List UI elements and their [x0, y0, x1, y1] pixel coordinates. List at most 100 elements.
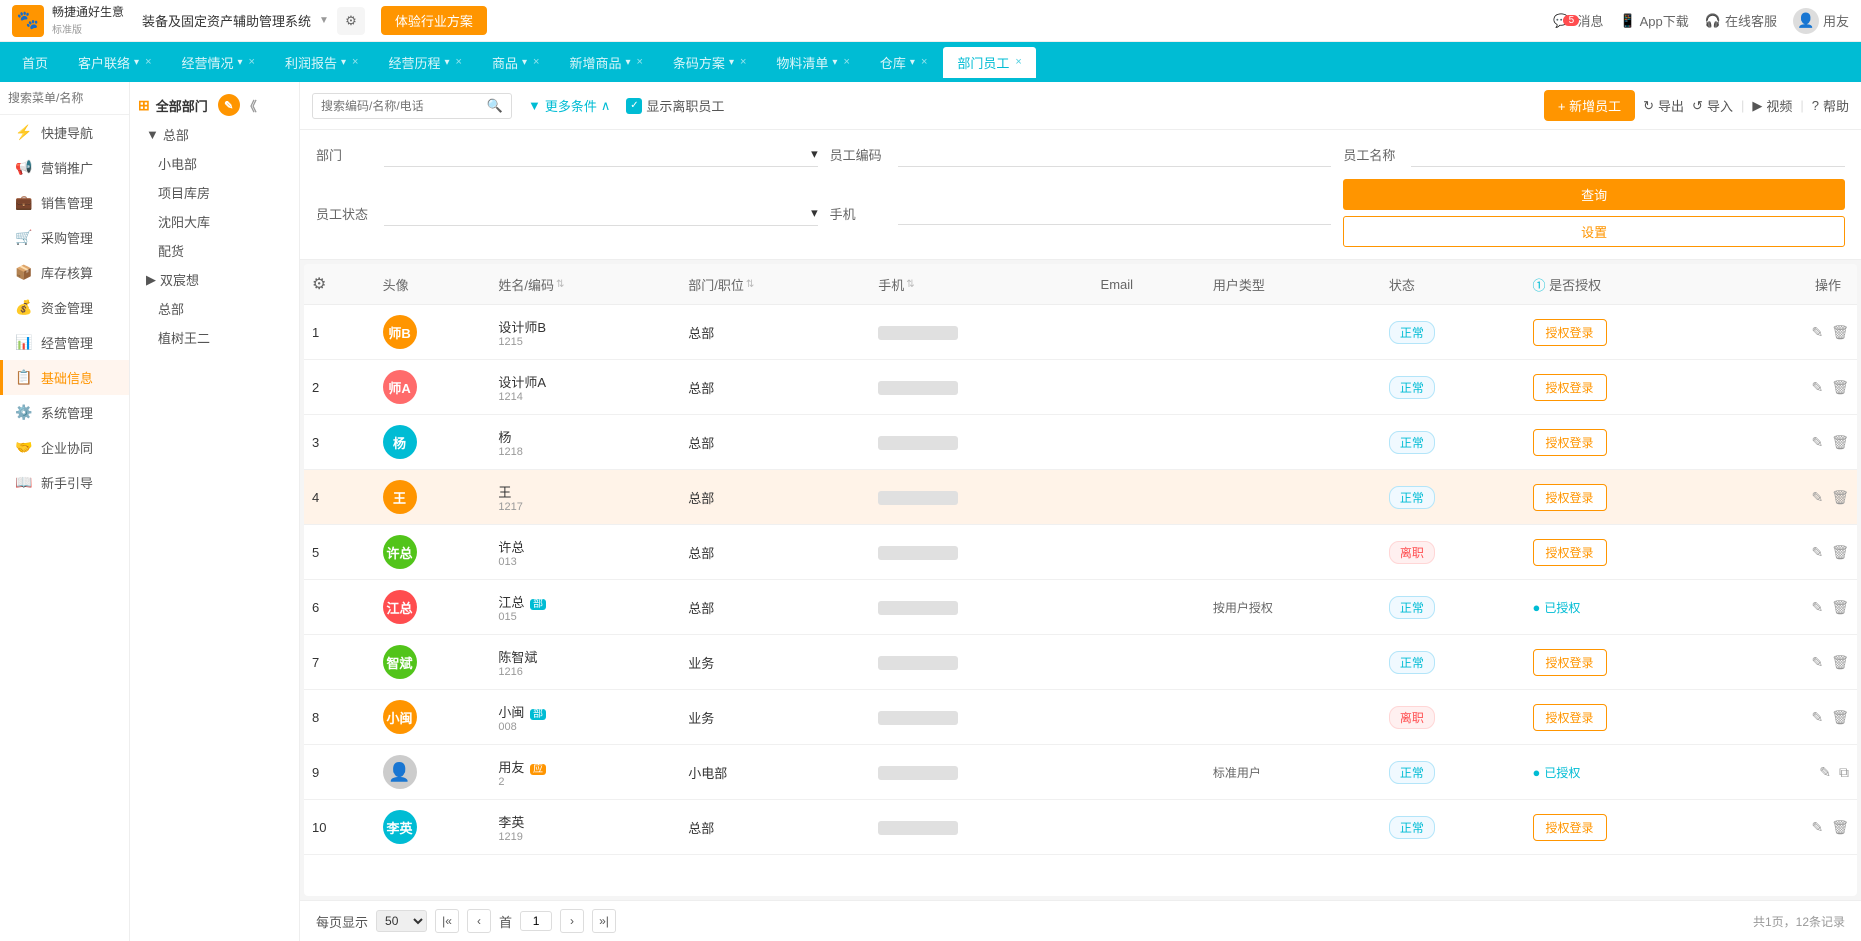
- tab-home[interactable]: 首页: [8, 47, 62, 78]
- sidebar-item-collab[interactable]: 🤝 企业协同: [0, 430, 129, 465]
- sidebar-item-system[interactable]: ⚙️ 系统管理: [0, 395, 129, 430]
- user-menu[interactable]: 👤 用友: [1793, 8, 1849, 34]
- col-phone[interactable]: 手机 ⇅: [870, 264, 1092, 305]
- show-resigned-checkbox[interactable]: ✓ 显示离职员工: [626, 96, 724, 115]
- search-input[interactable]: [321, 99, 483, 113]
- message-button[interactable]: 💬 5 消息: [1553, 11, 1603, 30]
- page-size-select[interactable]: 50 100 200: [376, 910, 427, 932]
- dept-node-xiaodianbu[interactable]: 小电部: [130, 149, 299, 178]
- filter-empcode-input[interactable]: [898, 143, 1332, 167]
- col-settings[interactable]: ⚙: [304, 264, 375, 305]
- tab-department-close[interactable]: ×: [1015, 56, 1021, 68]
- page-input[interactable]: [520, 911, 552, 931]
- edit-btn-7[interactable]: ✎: [1811, 654, 1823, 671]
- dept-node-xiangmu[interactable]: 项目库房: [130, 178, 299, 207]
- tab-goods-close[interactable]: ×: [533, 56, 539, 68]
- edit-btn-5[interactable]: ✎: [1811, 544, 1823, 561]
- sidebar-search-input[interactable]: [8, 91, 130, 105]
- export-button[interactable]: ↻ 导出: [1643, 96, 1684, 115]
- edit-btn-10[interactable]: ✎: [1811, 819, 1823, 836]
- auth-btn-3[interactable]: 授权登录: [1533, 429, 1607, 456]
- delete-btn-8[interactable]: 🗑: [1831, 709, 1849, 726]
- tab-operations[interactable]: 经营情况 ▾ ×: [168, 47, 269, 78]
- tab-customer-close[interactable]: ×: [145, 56, 151, 68]
- edit-btn-6[interactable]: ✎: [1811, 599, 1823, 616]
- dept-node-shuangchen[interactable]: ▶ 双宸想: [130, 265, 299, 294]
- edit-btn-3[interactable]: ✎: [1811, 434, 1823, 451]
- tab-add-goods-close[interactable]: ×: [636, 56, 642, 68]
- edit-btn-1[interactable]: ✎: [1811, 324, 1823, 341]
- filter-status-select[interactable]: ▾: [384, 201, 818, 226]
- dept-node-zongbu2[interactable]: 总部: [130, 294, 299, 323]
- sidebar-item-basic-info[interactable]: 📋 基础信息: [0, 360, 129, 395]
- dept-edit-icon-btn[interactable]: ✎: [218, 94, 240, 116]
- tab-ops-close[interactable]: ×: [249, 56, 255, 68]
- auth-btn-4[interactable]: 授权登录: [1533, 484, 1607, 511]
- trial-button[interactable]: 体验行业方案: [381, 6, 487, 35]
- query-button[interactable]: 查询: [1343, 179, 1845, 210]
- app-download-button[interactable]: 📱 App下载: [1619, 11, 1688, 30]
- sidebar-item-guide[interactable]: 📖 新手引导: [0, 465, 129, 500]
- delete-btn-4[interactable]: 🗑: [1831, 489, 1849, 506]
- dept-collapse-icon[interactable]: 《: [244, 96, 257, 115]
- delete-btn-5[interactable]: 🗑: [1831, 544, 1849, 561]
- first-page-button[interactable]: |«: [435, 909, 459, 933]
- tab-history[interactable]: 经营历程 ▾ ×: [374, 47, 475, 78]
- sidebar-item-quick-nav[interactable]: ⚡ 快捷导航: [0, 115, 129, 150]
- edit-btn-4[interactable]: ✎: [1811, 489, 1823, 506]
- more-filter-button[interactable]: ▼ 更多条件 ∧: [520, 92, 618, 119]
- filter-phone-input[interactable]: [898, 201, 1332, 225]
- tab-warehouse-close[interactable]: ×: [921, 56, 927, 68]
- set-button[interactable]: 设置: [1343, 216, 1845, 247]
- edit-btn-9[interactable]: ✎: [1819, 764, 1831, 781]
- sidebar-item-inventory[interactable]: 📦 库存核算: [0, 255, 129, 290]
- prev-page-button[interactable]: ‹: [467, 909, 491, 933]
- help-button[interactable]: ? 帮助: [1812, 96, 1849, 115]
- online-service-button[interactable]: 🎧 在线客服: [1705, 11, 1777, 30]
- filter-empname-input[interactable]: [1411, 143, 1845, 167]
- auth-btn-5[interactable]: 授权登录: [1533, 539, 1607, 566]
- auth-btn-1[interactable]: 授权登录: [1533, 319, 1607, 346]
- tab-warehouse[interactable]: 仓库 ▾ ×: [866, 47, 941, 78]
- import-button[interactable]: ↺ 导入: [1692, 96, 1733, 115]
- delete-btn-7[interactable]: 🗑: [1831, 654, 1849, 671]
- add-employee-button[interactable]: + 新增员工: [1544, 90, 1635, 121]
- dept-node-puwang[interactable]: 植树王二: [130, 323, 299, 352]
- sidebar-item-sales[interactable]: 💼 销售管理: [0, 185, 129, 220]
- settings-gear-button[interactable]: ⚙: [337, 7, 365, 35]
- sidebar-item-operations[interactable]: 📊 经营管理: [0, 325, 129, 360]
- tab-customer[interactable]: 客户联络 ▾ ×: [64, 47, 165, 78]
- edit-btn-2[interactable]: ✎: [1811, 379, 1823, 396]
- delete-btn-10[interactable]: 🗑: [1831, 819, 1849, 836]
- tab-profit-close[interactable]: ×: [352, 56, 358, 68]
- tab-bom-close[interactable]: ×: [843, 56, 849, 68]
- copy-btn-9[interactable]: ⧉: [1839, 764, 1849, 781]
- col-name-code[interactable]: 姓名/编码 ⇅: [490, 264, 680, 305]
- tab-department[interactable]: 部门员工 ×: [943, 47, 1035, 78]
- filter-dept-select[interactable]: ▾: [384, 142, 818, 167]
- delete-btn-1[interactable]: 🗑: [1831, 324, 1849, 341]
- auth-btn-7[interactable]: 授权登录: [1533, 649, 1607, 676]
- delete-btn-3[interactable]: 🗑: [1831, 434, 1849, 451]
- col-dept[interactable]: 部门/职位 ⇅: [680, 264, 870, 305]
- dept-node-zongbu-parent[interactable]: ▼ 总部: [130, 120, 299, 149]
- auth-btn-2[interactable]: 授权登录: [1533, 374, 1607, 401]
- auth-btn-10[interactable]: 授权登录: [1533, 814, 1607, 841]
- tab-goods[interactable]: 商品 ▾ ×: [478, 47, 553, 78]
- tab-bom[interactable]: 物料清单 ▾ ×: [762, 47, 863, 78]
- sidebar-item-finance[interactable]: 💰 资金管理: [0, 290, 129, 325]
- delete-btn-6[interactable]: 🗑: [1831, 599, 1849, 616]
- video-button[interactable]: ▶ 视频: [1752, 96, 1792, 115]
- sidebar-item-purchase[interactable]: 🛒 采购管理: [0, 220, 129, 255]
- edit-btn-8[interactable]: ✎: [1811, 709, 1823, 726]
- delete-btn-2[interactable]: 🗑: [1831, 379, 1849, 396]
- tab-history-close[interactable]: ×: [456, 56, 462, 68]
- auth-btn-8[interactable]: 授权登录: [1533, 704, 1607, 731]
- last-page-button[interactable]: »|: [592, 909, 616, 933]
- tab-barcode-close[interactable]: ×: [740, 56, 746, 68]
- tab-add-goods[interactable]: 新增商品 ▾ ×: [555, 47, 656, 78]
- system-title-dropdown-icon[interactable]: ▼: [319, 15, 329, 26]
- dept-node-peihuo[interactable]: 配货: [130, 236, 299, 265]
- next-page-button[interactable]: ›: [560, 909, 584, 933]
- dept-node-shenyang[interactable]: 沈阳大库: [130, 207, 299, 236]
